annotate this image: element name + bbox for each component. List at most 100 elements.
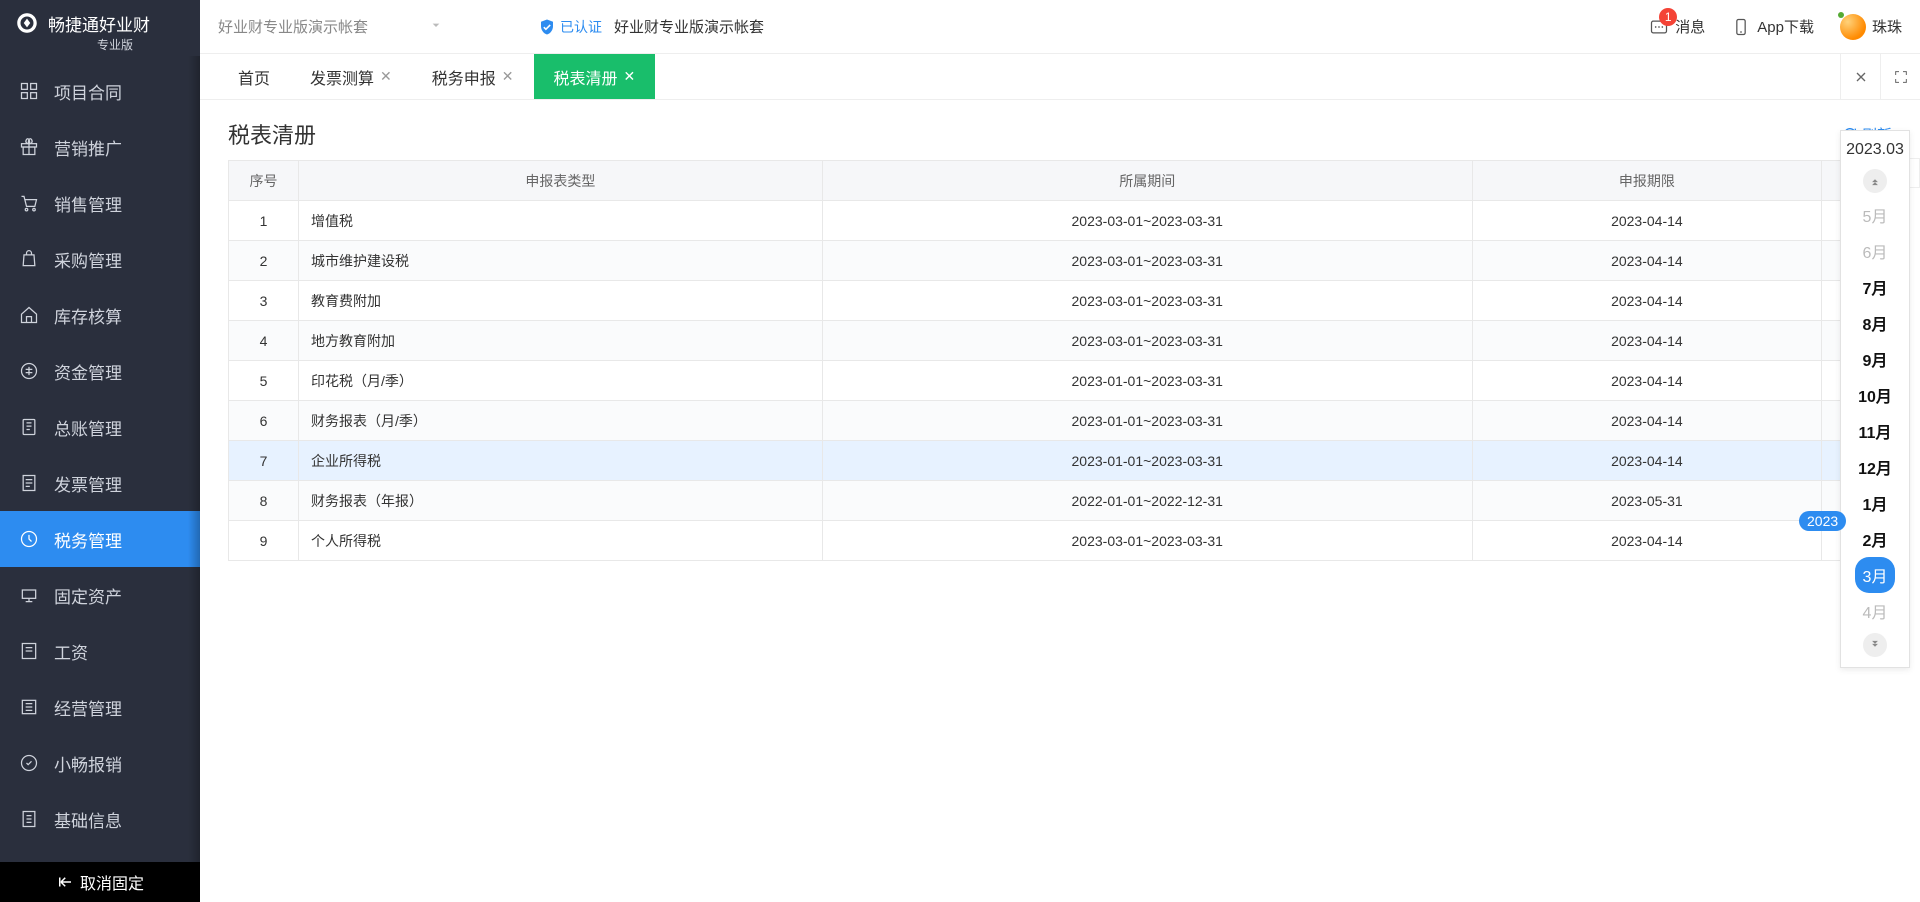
sidebar-item-label: 经营管理 (54, 695, 122, 720)
period-item-3[interactable]: 8月 (1863, 305, 1888, 341)
brand-edition: 专业版 (30, 36, 200, 61)
period-item-4[interactable]: 9月 (1863, 341, 1888, 377)
brand-logo: 畅捷通好业财 (0, 0, 200, 38)
table-row[interactable]: 4地方教育附加2023-03-01~2023-03-312023-04-14 (229, 321, 1892, 361)
table-row[interactable]: 2城市维护建设税2023-03-01~2023-03-312023-04-14 (229, 241, 1892, 281)
reimb-icon (18, 752, 40, 774)
tab-label: 税务申报 (432, 65, 496, 89)
cell-idx: 6 (229, 401, 299, 441)
sidebar-item-6[interactable]: 总账管理 (0, 399, 200, 455)
fullscreen-button[interactable] (1880, 54, 1920, 100)
account-selector[interactable]: 好业财专业版演示帐套 (218, 16, 518, 37)
col-2: 所属期间 (822, 161, 1472, 201)
tab-close-button[interactable] (1840, 54, 1880, 100)
app-download-button[interactable]: App下载 (1731, 16, 1814, 37)
cell-type: 地方教育附加 (299, 321, 823, 361)
sidebar-item-12[interactable]: 小畅报销 (0, 735, 200, 791)
brand-icon (14, 10, 40, 36)
info-icon (18, 808, 40, 830)
sidebar-item-label: 税务管理 (54, 527, 122, 552)
sidebar-item-7[interactable]: 发票管理 (0, 455, 200, 511)
verified-badge: 已认证 好业财专业版演示帐套 (538, 16, 764, 37)
asset-icon (18, 584, 40, 606)
cell-idx: 4 (229, 321, 299, 361)
tab-3[interactable]: 税表清册✕ (534, 54, 656, 99)
col-3: 申报期限 (1472, 161, 1821, 201)
sidebar-item-label: 采购管理 (54, 247, 122, 272)
sidebar-item-4[interactable]: 库存核算 (0, 287, 200, 343)
period-item-1[interactable]: 6月 (1863, 233, 1888, 269)
period-down-button[interactable] (1863, 633, 1887, 657)
sidebar-item-13[interactable]: 基础信息 (0, 791, 200, 847)
user-name: 珠珠 (1872, 16, 1902, 37)
unpin-icon (56, 873, 74, 891)
period-item-0[interactable]: 5月 (1863, 197, 1888, 233)
sidebar-item-9[interactable]: 固定资产 (0, 567, 200, 623)
period-item-5[interactable]: 10月 (1858, 377, 1892, 413)
sidebar-item-label: 发票管理 (54, 471, 122, 496)
tab-close-icon[interactable]: ✕ (502, 68, 514, 85)
sidebar-item-8[interactable]: 税务管理 (0, 511, 200, 567)
sidebar-item-1[interactable]: 营销推广 (0, 119, 200, 175)
tab-close-icon[interactable]: ✕ (380, 68, 392, 85)
cell-type: 城市维护建设税 (299, 241, 823, 281)
cell-type: 增值税 (299, 201, 823, 241)
messages-label: 消息 (1675, 16, 1705, 37)
user-menu[interactable]: 珠珠 (1840, 14, 1902, 40)
period-item-7[interactable]: 12月 (1858, 449, 1892, 485)
col-0: 序号 (229, 161, 299, 201)
bag-icon (18, 248, 40, 270)
unpin-button[interactable]: 取消固定 (0, 862, 200, 902)
cell-due: 2023-04-14 (1472, 201, 1821, 241)
sidebar-item-14[interactable]: 系统管理 (0, 847, 200, 862)
tax-table: 序号申报表类型所属期间申报期限操作 1增值税2023-03-01~2023-03… (228, 160, 1892, 561)
table-row[interactable]: 5印花税（月/季）2023-01-01~2023-03-312023-04-14 (229, 361, 1892, 401)
cell-period: 2023-01-01~2023-03-31 (822, 441, 1472, 481)
period-head[interactable]: 2023.03 (1841, 131, 1909, 165)
cell-period: 2023-03-01~2023-03-31 (822, 201, 1472, 241)
period-up-button[interactable] (1863, 169, 1887, 193)
unpin-label: 取消固定 (80, 870, 144, 894)
grid-icon (18, 80, 40, 102)
cell-due: 2023-05-31 (1472, 481, 1821, 521)
sidebar-item-5[interactable]: 资金管理 (0, 343, 200, 399)
gift-icon (18, 136, 40, 158)
cell-idx: 3 (229, 281, 299, 321)
period-item-2[interactable]: 7月 (1863, 269, 1888, 305)
tab-close-icon[interactable]: ✕ (624, 68, 636, 85)
period-item-9[interactable]: 2月 (1863, 521, 1888, 557)
table-row[interactable]: 8财务报表（年报）2022-01-01~2022-12-312023-05-31 (229, 481, 1892, 521)
messages-button[interactable]: 1 消息 (1649, 16, 1705, 37)
cell-idx: 5 (229, 361, 299, 401)
period-item-6[interactable]: 11月 (1859, 413, 1892, 449)
cell-idx: 7 (229, 441, 299, 481)
period-item-10[interactable]: 3月 (1855, 557, 1895, 593)
table-row[interactable]: 7企业所得税2023-01-01~2023-03-312023-04-14 (229, 441, 1892, 481)
table-row[interactable]: 1增值税2023-03-01~2023-03-312023-04-14 (229, 201, 1892, 241)
verified-label: 已认证 (560, 17, 602, 37)
tab-2[interactable]: 税务申报 ✕ (412, 54, 534, 99)
sidebar-item-label: 项目合同 (54, 79, 122, 104)
sidebar-item-10[interactable]: 工资 (0, 623, 200, 679)
table-row[interactable]: 3教育费附加2023-03-01~2023-03-312023-04-14 (229, 281, 1892, 321)
period-item-11[interactable]: 4月 (1863, 593, 1888, 629)
sidebar-item-0[interactable]: 项目合同 (0, 63, 200, 119)
chevron-down-icon (428, 17, 444, 37)
sidebar-item-3[interactable]: 采购管理 (0, 231, 200, 287)
table-row[interactable]: 6财务报表（月/季）2023-01-01~2023-03-312023-04-1… (229, 401, 1892, 441)
sidebar-scrollbar[interactable] (188, 56, 200, 862)
sidebar-item-label: 工资 (54, 639, 88, 664)
sidebar-item-2[interactable]: 销售管理 (0, 175, 200, 231)
sidebar: 畅捷通好业财 专业版 项目合同营销推广销售管理采购管理库存核算资金管理总账管理发… (0, 0, 200, 902)
sidebar-item-label: 资金管理 (54, 359, 122, 384)
table-row[interactable]: 9个人所得税2023-03-01~2023-03-312023-04-14 (229, 521, 1892, 561)
cell-period: 2023-03-01~2023-03-31 (822, 521, 1472, 561)
tab-label: 发票测算 (310, 65, 374, 89)
tab-1[interactable]: 发票测算 ✕ (290, 54, 412, 99)
tab-0[interactable]: 首页 (218, 54, 290, 99)
tabs-bar: 首页发票测算✕税务申报✕税表清册✕ (200, 54, 1920, 100)
cell-due: 2023-04-14 (1472, 441, 1821, 481)
cell-type: 教育费附加 (299, 281, 823, 321)
sidebar-item-11[interactable]: 经营管理 (0, 679, 200, 735)
period-item-8[interactable]: 1月 (1863, 485, 1888, 521)
